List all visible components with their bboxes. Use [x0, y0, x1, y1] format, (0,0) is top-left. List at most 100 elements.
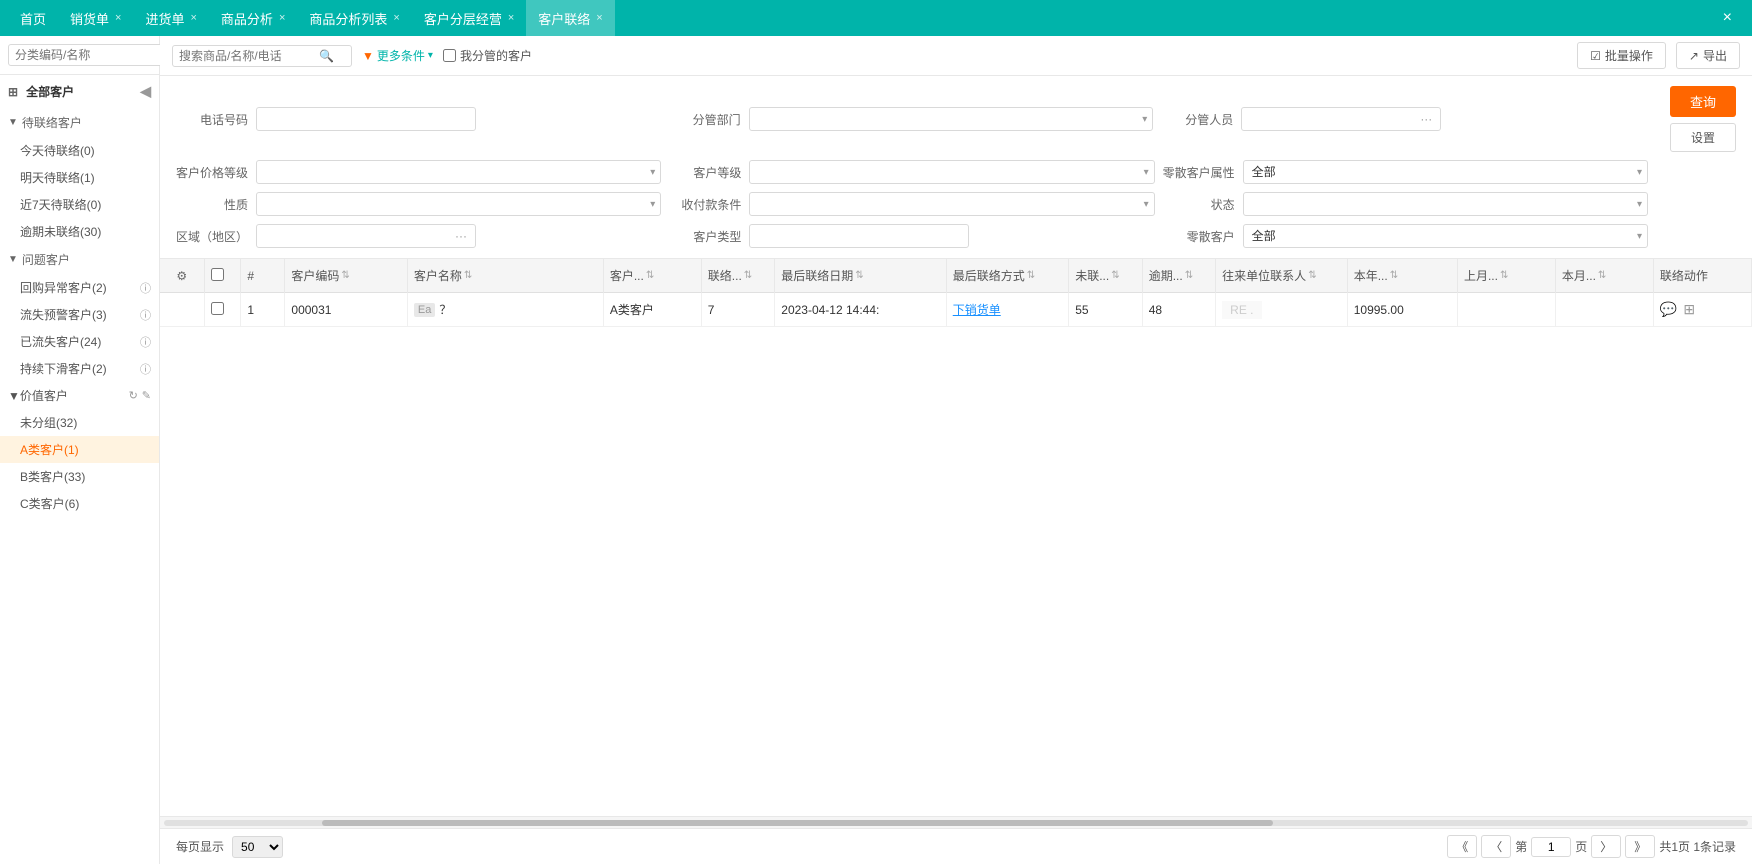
- last-method-link[interactable]: 下销货单: [953, 303, 1001, 317]
- filter-bar: 🔍 ▼ 更多条件 ▾ 我分管的客户 ☑ 批量操作 ↗ 导出: [160, 36, 1752, 76]
- price-level-select[interactable]: [256, 160, 661, 184]
- td-unit-contact: RE .: [1216, 293, 1348, 327]
- batch-operation-button[interactable]: ☑ 批量操作: [1577, 42, 1666, 69]
- sidebar-group-value-customers[interactable]: ▼ 价值客户 ↻ ✎: [0, 382, 159, 409]
- sidebar-item-ungrouped[interactable]: 未分组(32): [0, 409, 159, 436]
- my-customers-check[interactable]: [443, 49, 456, 62]
- sort-code-icon[interactable]: ⇅: [341, 270, 349, 281]
- sidebar-item-today-contact[interactable]: 今天待联络(0): [0, 137, 159, 164]
- close-purchase-order-icon[interactable]: ×: [190, 12, 196, 24]
- filter-row-3: 性质 ▾ 收付款条件 ▾: [176, 192, 1736, 216]
- sidebar-item-churned[interactable]: 已流失客户(24) ⓘ: [0, 328, 159, 355]
- edit-group-icon[interactable]: ✎: [142, 389, 151, 402]
- sidebar-all-customers[interactable]: ⊞ 全部客户 ◀: [0, 75, 159, 108]
- page-number-input[interactable]: [1531, 837, 1571, 857]
- nav-product-analysis[interactable]: 商品分析 ×: [209, 0, 297, 36]
- more-filters-button[interactable]: ▼ 更多条件 ▾: [362, 47, 433, 64]
- settings-button[interactable]: 设置: [1670, 123, 1736, 152]
- nav-home[interactable]: 首页: [8, 0, 58, 36]
- close-sales-order-icon[interactable]: ×: [115, 12, 121, 24]
- sort-last-method-icon[interactable]: ⇅: [1027, 270, 1035, 281]
- nav-customer-segment[interactable]: 客户分层经营 ×: [412, 0, 526, 36]
- prev-page-button[interactable]: 〈: [1481, 835, 1511, 858]
- sidebar-item-repurchase-anomaly[interactable]: 回购异常客户(2) ⓘ: [0, 274, 159, 301]
- sidebar-group-problem-customers[interactable]: ▼ 问题客户: [0, 245, 159, 274]
- sidebar-item-overdue-contact[interactable]: 逾期未联络(30): [0, 218, 159, 245]
- sort-contact-icon[interactable]: ⇅: [744, 270, 752, 281]
- department-select[interactable]: [749, 107, 1154, 131]
- payment-terms-select[interactable]: [749, 192, 1154, 216]
- sort-last-date-icon[interactable]: ⇅: [855, 270, 863, 281]
- close-product-analysis-icon[interactable]: ×: [279, 12, 285, 24]
- sort-type-icon[interactable]: ⇅: [646, 270, 654, 281]
- refresh-icon[interactable]: ↻: [129, 389, 138, 402]
- retail-attr-select[interactable]: 全部: [1243, 160, 1648, 184]
- filter-status: 状态 ▾: [1163, 192, 1648, 216]
- page-size-select[interactable]: 20 50 100 200: [232, 836, 283, 858]
- sort-this-month-icon[interactable]: ⇅: [1598, 270, 1606, 281]
- more-dots-icon[interactable]: ···: [1420, 112, 1432, 126]
- search-input[interactable]: [179, 49, 319, 63]
- region-more-icon[interactable]: ···: [455, 229, 467, 243]
- th-last-month: 上月... ⇅: [1457, 259, 1555, 293]
- nav-customer-contact[interactable]: 客户联络 ×: [526, 0, 614, 36]
- sort-this-year-icon[interactable]: ⇅: [1390, 270, 1398, 281]
- nav-product-analysis-list[interactable]: 商品分析列表 ×: [297, 0, 411, 36]
- sidebar-item-churn-warning[interactable]: 流失预警客户(3) ⓘ: [0, 301, 159, 328]
- first-page-button[interactable]: 《: [1447, 835, 1477, 858]
- customer-type-input[interactable]: [749, 224, 969, 248]
- sidebar-item-class-b[interactable]: B类客户(33): [0, 463, 159, 490]
- sidebar-search-input[interactable]: [8, 44, 177, 66]
- nav-purchase-order[interactable]: 进货单 ×: [133, 0, 208, 36]
- horizontal-scrollbar[interactable]: [160, 816, 1752, 828]
- sidebar-item-tomorrow-contact[interactable]: 明天待联络(1): [0, 164, 159, 191]
- window-close-button[interactable]: ×: [1711, 0, 1744, 36]
- qr-icon[interactable]: ⊞: [1683, 301, 1695, 318]
- status-select[interactable]: [1243, 192, 1648, 216]
- info-icon-3: ⓘ: [140, 334, 151, 350]
- info-icon-4: ⓘ: [140, 361, 151, 377]
- sidebar-item-class-a[interactable]: A类客户(1): [0, 436, 159, 463]
- sidebar-group-pending-contact[interactable]: ▼ 待联络客户: [0, 108, 159, 137]
- customer-level-select[interactable]: [749, 160, 1154, 184]
- sort-last-month-icon[interactable]: ⇅: [1500, 270, 1508, 281]
- td-index: 1: [241, 293, 285, 327]
- sort-no-contact-icon[interactable]: ⇅: [1111, 270, 1119, 281]
- close-product-analysis-list-icon[interactable]: ×: [393, 12, 399, 24]
- sort-name-icon[interactable]: ⇅: [464, 270, 472, 281]
- filter-phone: 电话号码: [176, 107, 661, 131]
- sort-unit-contact-icon[interactable]: ⇅: [1308, 270, 1316, 281]
- nature-select[interactable]: [256, 192, 661, 216]
- close-customer-contact-icon[interactable]: ×: [596, 12, 602, 24]
- next-page-button[interactable]: 〉: [1591, 835, 1621, 858]
- chat-icon[interactable]: 💬: [1660, 301, 1677, 318]
- sidebar-collapse-icon[interactable]: ◀: [140, 83, 151, 100]
- td-name: Ea ？: [407, 293, 603, 327]
- sidebar-item-declining[interactable]: 持续下滑客户(2) ⓘ: [0, 355, 159, 382]
- scrollbar-thumb[interactable]: [322, 820, 1272, 826]
- select-all-checkbox[interactable]: [211, 268, 224, 281]
- row-checkbox[interactable]: [211, 302, 224, 315]
- customer-table: ⚙ # 客户编码 ⇅: [160, 259, 1752, 327]
- close-customer-segment-icon[interactable]: ×: [508, 12, 514, 24]
- sort-overdue-icon[interactable]: ⇅: [1185, 270, 1193, 281]
- gear-icon[interactable]: ⚙: [166, 269, 198, 283]
- td-gear: [160, 293, 204, 327]
- th-last-date: 最后联络日期 ⇅: [775, 259, 946, 293]
- phone-input[interactable]: [256, 107, 476, 131]
- td-this-year: 10995.00: [1347, 293, 1457, 327]
- chevron-down-icon: ▾: [428, 50, 433, 61]
- search-icon[interactable]: 🔍: [319, 49, 334, 63]
- last-page-button[interactable]: 》: [1625, 835, 1655, 858]
- arrow-icon: ▼: [8, 117, 18, 128]
- sidebar-item-7day-contact[interactable]: 近7天待联络(0): [0, 191, 159, 218]
- export-button[interactable]: ↗ 导出: [1676, 42, 1740, 69]
- sidebar-item-class-c[interactable]: C类客户(6): [0, 490, 159, 517]
- my-customers-checkbox[interactable]: 我分管的客户: [443, 47, 532, 64]
- name-text: ？: [439, 301, 451, 318]
- nav-sales-order[interactable]: 销货单 ×: [58, 0, 133, 36]
- th-this-month: 本月... ⇅: [1555, 259, 1653, 293]
- query-button[interactable]: 查询: [1670, 86, 1736, 117]
- retail-customer-select[interactable]: 全部: [1243, 224, 1648, 248]
- td-contact: 7: [701, 293, 774, 327]
